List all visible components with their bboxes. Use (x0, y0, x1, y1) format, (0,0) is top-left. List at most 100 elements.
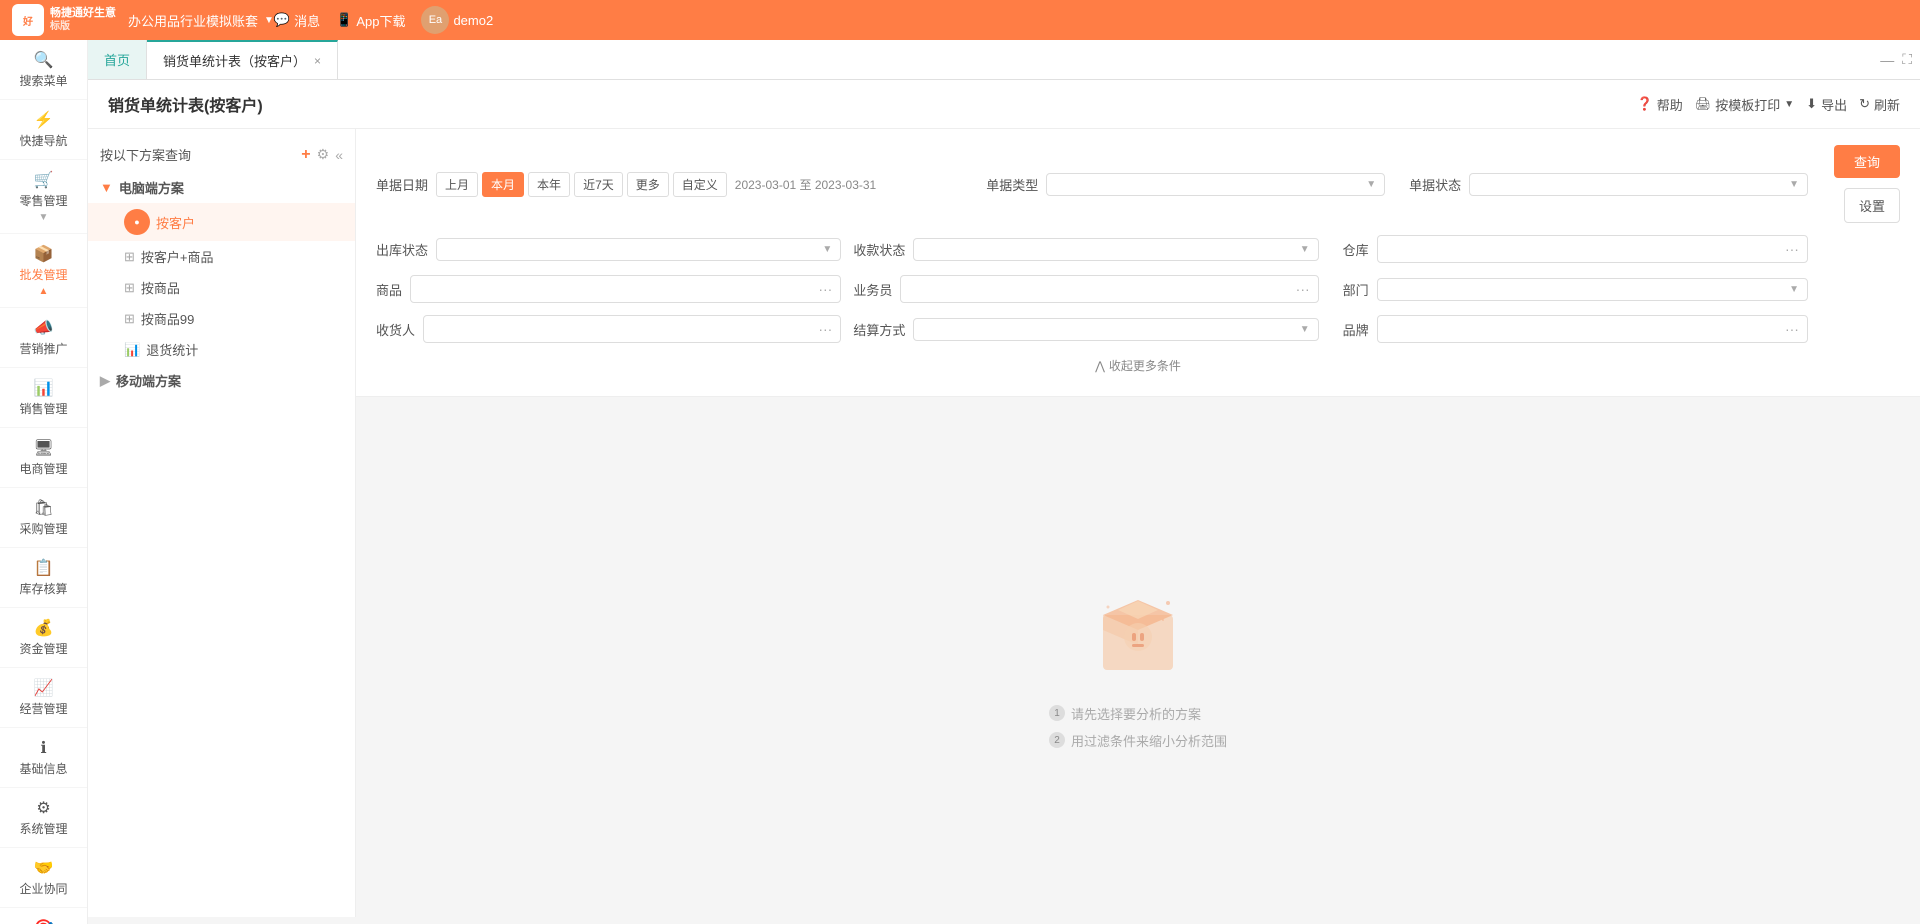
help-btn[interactable]: ❓ 帮助 (1637, 95, 1683, 114)
empty-state-area: 1 请先选择要分析的方案 2 用过滤条件来缩小分析范围 (356, 397, 1920, 917)
filter-row-2: 出库状态 ▼ 收款状态 (376, 235, 1900, 263)
print-btn[interactable]: 🖨 按模板打印 ▼ (1695, 95, 1794, 114)
sidebar-item-ecommerce[interactable]: 🖥 电商管理 (0, 428, 87, 488)
filter-item-date: 单据日期 上月 本月 本年 近7天 更多 自定义 (376, 172, 974, 197)
tree-item-by-customer[interactable]: ● 按客户 (88, 203, 355, 241)
sidebar-item-guide[interactable]: 🎯 新手引导 (0, 908, 87, 924)
sidebar-item-finance[interactable]: 💰 资金管理 (0, 608, 87, 668)
brand-label: 品牌 (1343, 320, 1369, 339)
refresh-btn[interactable]: ↻ 刷新 (1859, 95, 1900, 114)
basic-info-icon: ℹ (4, 738, 83, 758)
date-btn-prev-month[interactable]: 上月 (436, 172, 478, 197)
grid-icon-1: ⊞ (124, 249, 135, 265)
filter-item-dept: 部门 ▼ (1331, 278, 1820, 301)
sidebar-item-inventory[interactable]: 📋 库存核算 (0, 548, 87, 608)
brand-input[interactable]: ··· (1377, 315, 1808, 343)
logo-icon: 好 (12, 4, 44, 36)
dept-label: 部门 (1343, 280, 1369, 299)
out-status-input[interactable]: ▼ (436, 238, 841, 261)
tab-minimize-btn[interactable]: — (1880, 52, 1894, 68)
date-label: 单据日期 (376, 175, 428, 194)
sales-icon: 📊 (4, 378, 83, 398)
tree-item-by-customer-goods[interactable]: ⊞ 按客户+商品 (88, 241, 355, 272)
warehouse-input[interactable]: ··· (1377, 235, 1808, 263)
tree-item-by-goods99[interactable]: ⊞ 按商品99 (88, 303, 355, 334)
date-btn-this-month[interactable]: 本月 (482, 172, 524, 197)
tab-sales-stats[interactable]: 销货单统计表（按客户） × (147, 40, 338, 79)
main-layout: 🔍 搜索菜单 ⚡ 快捷导航 🛒 零售管理 ▼ 📦 批发管理 ▲ 📣 营销推广 (0, 40, 1920, 924)
sidebar-item-basic-info[interactable]: ℹ 基础信息 (0, 728, 87, 788)
date-btn-this-year[interactable]: 本年 (528, 172, 570, 197)
sidebar: 🔍 搜索菜单 ⚡ 快捷导航 🛒 零售管理 ▼ 📦 批发管理 ▲ 📣 营销推广 (0, 40, 88, 924)
filter-item-out-status: 出库状态 ▼ (376, 238, 841, 261)
sidebar-label-purchase: 采购管理 (4, 520, 83, 537)
quicknav-icon: ⚡ (4, 110, 83, 130)
tree-group-mobile[interactable]: ▶ 移动端方案 (88, 365, 355, 396)
empty-hint-1: 1 请先选择要分析的方案 (1049, 704, 1227, 723)
add-scheme-btn[interactable]: + (301, 146, 310, 164)
tab-bar: 首页 销货单统计表（按客户） × — ⛶ (88, 40, 1920, 80)
filter-item-receipt-status: 收款状态 ▼ (841, 238, 1330, 261)
settings-btn[interactable]: 设置 (1844, 188, 1900, 223)
sidebar-item-sales[interactable]: 📊 销售管理 (0, 368, 87, 428)
sidebar-item-retail[interactable]: 🛒 零售管理 ▼ (0, 160, 87, 234)
help-label: 帮助 (1657, 95, 1683, 114)
staff-input[interactable]: ··· (900, 275, 1318, 303)
user-profile-btn[interactable]: Ea demo2 (421, 6, 493, 34)
export-label: 导出 (1821, 95, 1847, 114)
main-area: 按以下方案查询 + ⚙ « ▼ 电脑端方案 (88, 129, 1920, 917)
staff-label: 业务员 (853, 280, 892, 299)
sidebar-label-marketing: 营销推广 (4, 340, 83, 357)
goods-dots-icon: ··· (818, 281, 832, 297)
message-btn[interactable]: 💬 消息 (274, 11, 320, 30)
date-btn-more[interactable]: 更多 (627, 172, 669, 197)
export-btn[interactable]: ⬇ 导出 (1806, 95, 1847, 114)
date-btn-7days[interactable]: 近7天 (574, 172, 623, 197)
tree-item-goods99-label: 按商品99 (141, 309, 194, 328)
sidebar-item-search[interactable]: 🔍 搜索菜单 (0, 40, 87, 100)
goods-input[interactable]: ··· (410, 275, 841, 303)
sidebar-item-quicknav[interactable]: ⚡ 快捷导航 (0, 100, 87, 160)
empty-hint-2: 2 用过滤条件来缩小分析范围 (1049, 731, 1227, 750)
account-title: 办公用品行业模拟账套 (128, 11, 258, 30)
account-dropdown[interactable]: 办公用品行业模拟账套 ▼ (116, 11, 274, 30)
settlement-input[interactable]: ▼ (913, 318, 1318, 341)
tab-bar-actions: — ⛶ (1880, 51, 1920, 68)
left-panel: 按以下方案查询 + ⚙ « ▼ 电脑端方案 (88, 129, 356, 917)
dept-input[interactable]: ▼ (1377, 278, 1808, 301)
wholesale-icon: 📦 (4, 244, 83, 264)
grid-icon-2: ⊞ (124, 280, 135, 296)
sidebar-item-wholesale[interactable]: 📦 批发管理 ▲ (0, 234, 87, 308)
tab-close-btn[interactable]: × (314, 54, 321, 68)
tab-expand-btn[interactable]: ⛶ (1902, 51, 1912, 68)
filter-item-brand: 品牌 ··· (1331, 315, 1820, 343)
app-download-btn[interactable]: 📱 App下载 (336, 11, 405, 30)
scheme-settings-icon[interactable]: ⚙ (317, 146, 330, 163)
top-bar-right: 💬 消息 📱 App下载 Ea demo2 (274, 6, 493, 34)
date-btn-custom[interactable]: 自定义 (673, 172, 727, 197)
date-range-text: 2023-03-01 至 2023-03-31 (735, 176, 876, 193)
order-type-input[interactable]: ▼ (1046, 173, 1385, 196)
collapse-panel-icon[interactable]: « (335, 147, 343, 163)
sidebar-item-system[interactable]: ⚙ 系统管理 (0, 788, 87, 848)
query-btn[interactable]: 查询 (1834, 145, 1900, 178)
receipt-status-input[interactable]: ▼ (913, 238, 1318, 261)
message-label: 消息 (294, 11, 320, 30)
receiver-input[interactable]: ··· (423, 315, 841, 343)
order-status-input[interactable]: ▼ (1469, 173, 1808, 196)
tab-home[interactable]: 首页 (88, 40, 147, 79)
sidebar-item-marketing[interactable]: 📣 营销推广 (0, 308, 87, 368)
guide-icon: 🎯 (4, 918, 83, 924)
collapse-btn[interactable]: ⋀ 收起更多条件 (376, 351, 1900, 380)
sidebar-item-operations[interactable]: 📈 经营管理 (0, 668, 87, 728)
collapse-area: ⋀ 收起更多条件 (376, 351, 1900, 380)
receiver-dots-icon: ··· (818, 321, 832, 337)
tree-item-return-stats[interactable]: 📊 退货统计 (88, 334, 355, 365)
order-type-chevron-icon: ▼ (1366, 179, 1376, 190)
tree-item-by-goods[interactable]: ⊞ 按商品 (88, 272, 355, 303)
hint-num-2: 2 (1049, 732, 1065, 748)
sidebar-item-purchase[interactable]: 🛍 采购管理 (0, 488, 87, 548)
top-bar: 好 畅捷通好生意 标版 办公用品行业模拟账套 ▼ 💬 消息 📱 App下载 Ea (0, 0, 1920, 40)
tree-group-pc[interactable]: ▼ 电脑端方案 (88, 172, 355, 203)
sidebar-item-collab[interactable]: 🤝 企业协同 (0, 848, 87, 908)
